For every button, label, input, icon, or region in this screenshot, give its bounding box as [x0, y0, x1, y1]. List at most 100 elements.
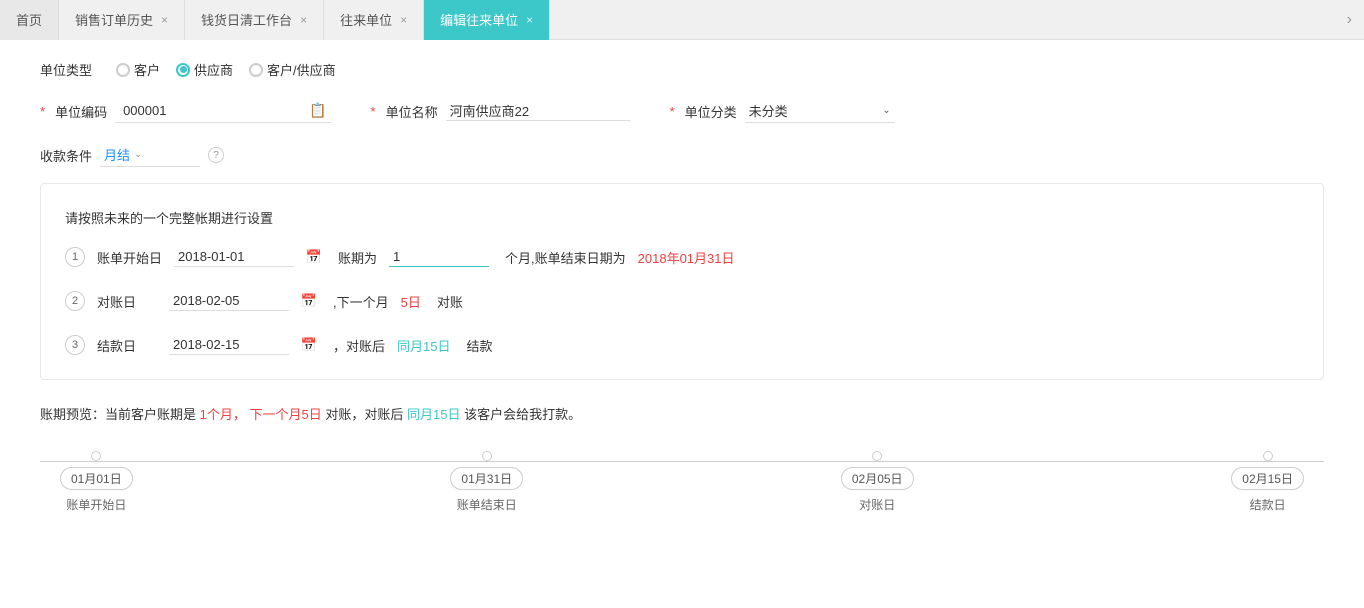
timeline-badge-1: 01月01日 — [60, 467, 133, 490]
name-input[interactable] — [446, 101, 630, 121]
tab-edit-partner-label: 编辑往来单位 — [440, 10, 518, 29]
step-row-3: 3 结款日 📅 ，对账后 同月15日 结款 — [65, 335, 1299, 355]
timeline-node-3: 02月05日 对账日 — [841, 451, 914, 513]
radio-both-label: 客户/供应商 — [267, 60, 336, 79]
reconcile-date-calendar-icon[interactable]: 📅 — [301, 293, 317, 309]
preview-part2: 下一个月5日 — [250, 407, 322, 422]
preview-text: 账期预览：当前客户账期是 1个月， 下一个月5日 对账，对账后 同月15日 该客… — [40, 404, 1324, 423]
tab-cash-ledger-close[interactable]: × — [300, 13, 307, 27]
timeline-dot-3 — [872, 451, 882, 461]
code-label: 单位编码 — [55, 102, 107, 121]
preview-part4: 同月15日 — [407, 407, 460, 422]
start-date-input[interactable] — [174, 247, 294, 267]
timeline-label-2: 账单结束日 — [457, 496, 517, 513]
copy-icon[interactable]: 📋 — [309, 102, 326, 119]
code-field: * 单位编码 📋 — [40, 99, 331, 123]
tab-partner[interactable]: 往来单位 × — [324, 0, 424, 40]
timeline-node-1: 01月01日 账单开始日 — [60, 451, 133, 513]
payment-terms-select[interactable]: 月结 ⌄ — [100, 143, 200, 167]
unit-info-row: * 单位编码 📋 * 单位名称 * 单位分类 未分类 ⌄ — [40, 99, 1324, 123]
tab-sales-order[interactable]: 销售订单历史 × — [59, 0, 185, 40]
tab-edit-partner[interactable]: 编辑往来单位 × — [424, 0, 550, 40]
code-required: * — [40, 104, 45, 119]
preview-label: 账期预览：当前客户账期是 — [40, 407, 196, 422]
category-field: * 单位分类 未分类 ⌄ — [670, 99, 895, 123]
preview-part3: 对账，对账后 — [325, 407, 403, 422]
payment-suffix2: 结款 — [466, 336, 492, 355]
radio-both[interactable]: 客户/供应商 — [249, 60, 336, 79]
section-title: 请按照未来的一个完整帐期进行设置 — [65, 208, 1299, 227]
payment-terms-help-icon[interactable]: ? — [208, 147, 224, 163]
radio-customer-label: 客户 — [134, 60, 160, 79]
payment-terms-row: 收款条件 月结 ⌄ ? — [40, 143, 1324, 167]
payment-date-calendar-icon[interactable]: 📅 — [301, 337, 317, 353]
code-input[interactable] — [119, 101, 303, 120]
preview-section: 账期预览：当前客户账期是 1个月， 下一个月5日 对账，对账后 同月15日 该客… — [40, 388, 1324, 513]
period-settings-section: 请按照未来的一个完整帐期进行设置 1 账单开始日 📅 账期为 个月,账单结束日期… — [40, 183, 1324, 380]
radio-customer[interactable]: 客户 — [116, 60, 160, 79]
payment-suffix1: ，对账后 — [333, 336, 385, 355]
tab-partner-label: 往来单位 — [340, 10, 392, 29]
name-field: * 单位名称 — [371, 101, 630, 121]
radio-supplier[interactable]: 供应商 — [176, 60, 233, 79]
period-value-input[interactable] — [389, 247, 489, 267]
reconcile-suffix1: ,下一个月 — [333, 292, 389, 311]
payment-terms-field: 收款条件 月结 ⌄ ? — [40, 143, 224, 167]
step-1-number: 1 — [65, 247, 85, 267]
timeline-dot-4 — [1263, 451, 1273, 461]
preview-part5: 该客户会给我打款。 — [464, 407, 581, 422]
reconcile-date-input[interactable] — [169, 291, 289, 311]
tab-sales-order-label: 销售订单历史 — [75, 10, 153, 29]
category-dropdown[interactable]: 未分类 ⌄ — [745, 99, 895, 123]
step-2-number: 2 — [65, 291, 85, 311]
payment-terms-chevron: ⌄ — [134, 149, 142, 160]
period-end-date: 2018年01月31日 — [638, 248, 735, 267]
timeline-dot-1 — [91, 451, 101, 461]
tab-partner-close[interactable]: × — [400, 13, 407, 27]
start-date-calendar-icon[interactable]: 📅 — [306, 249, 322, 265]
timeline-container: 01月01日 账单开始日 01月31日 账单结束日 02月05日 对账日 — [40, 451, 1324, 513]
payment-date-input[interactable] — [169, 335, 289, 355]
tab-sales-order-close[interactable]: × — [161, 13, 168, 27]
category-dropdown-arrow: ⌄ — [882, 105, 890, 116]
step-3-number: 3 — [65, 335, 85, 355]
payment-terms-value: 月结 — [104, 145, 130, 164]
tab-bar: 首页 销售订单历史 × 钱货日清工作台 × 往来单位 × 编辑往来单位 × › — [0, 0, 1364, 40]
preview-part1: 1个月， — [200, 407, 246, 422]
radio-supplier-circle — [176, 63, 190, 77]
period-label: 账期为 — [338, 248, 377, 267]
timeline-badge-4: 02月15日 — [1231, 467, 1304, 490]
tab-cash-ledger-label: 钱货日清工作台 — [201, 10, 292, 29]
timeline-badge-2: 01月31日 — [450, 467, 523, 490]
category-label: 单位分类 — [685, 102, 737, 121]
timeline-node-4: 02月15日 结款日 — [1231, 451, 1304, 513]
tab-edit-partner-close[interactable]: × — [526, 13, 533, 27]
code-input-wrapper: 📋 — [115, 99, 330, 123]
tab-cash-ledger[interactable]: 钱货日清工作台 × — [185, 0, 324, 40]
step-3-label: 结款日 — [97, 336, 157, 355]
radio-customer-circle — [116, 63, 130, 77]
tab-expand-button[interactable]: › — [1335, 0, 1364, 40]
radio-supplier-label: 供应商 — [194, 60, 233, 79]
period-unit: 个月,账单结束日期为 — [505, 248, 626, 267]
timeline-badge-3: 02月05日 — [841, 467, 914, 490]
category-required: * — [670, 104, 675, 119]
name-required: * — [371, 104, 376, 119]
step-2-label: 对账日 — [97, 292, 157, 311]
tab-home[interactable]: 首页 — [0, 0, 59, 40]
main-content: 单位类型 客户 供应商 客户/供应商 * 单位编码 📋 * 单位名称 — [0, 40, 1364, 608]
timeline-label-4: 结款日 — [1250, 496, 1286, 513]
name-label: 单位名称 — [386, 102, 438, 121]
timeline-dot-2 — [482, 451, 492, 461]
step-row-2: 2 对账日 📅 ,下一个月 5日 对账 — [65, 291, 1299, 311]
tab-home-label: 首页 — [16, 10, 42, 29]
category-value: 未分类 — [749, 101, 883, 120]
timeline-label-3: 对账日 — [859, 496, 895, 513]
timeline-label-1: 账单开始日 — [66, 496, 126, 513]
timeline-nodes: 01月01日 账单开始日 01月31日 账单结束日 02月05日 对账日 — [60, 451, 1304, 513]
payment-day: 同月15日 — [397, 336, 450, 355]
radio-both-circle — [249, 63, 263, 77]
unit-type-row: 单位类型 客户 供应商 客户/供应商 — [40, 60, 1324, 79]
step-1-label: 账单开始日 — [97, 248, 162, 267]
timeline-node-2: 01月31日 账单结束日 — [450, 451, 523, 513]
